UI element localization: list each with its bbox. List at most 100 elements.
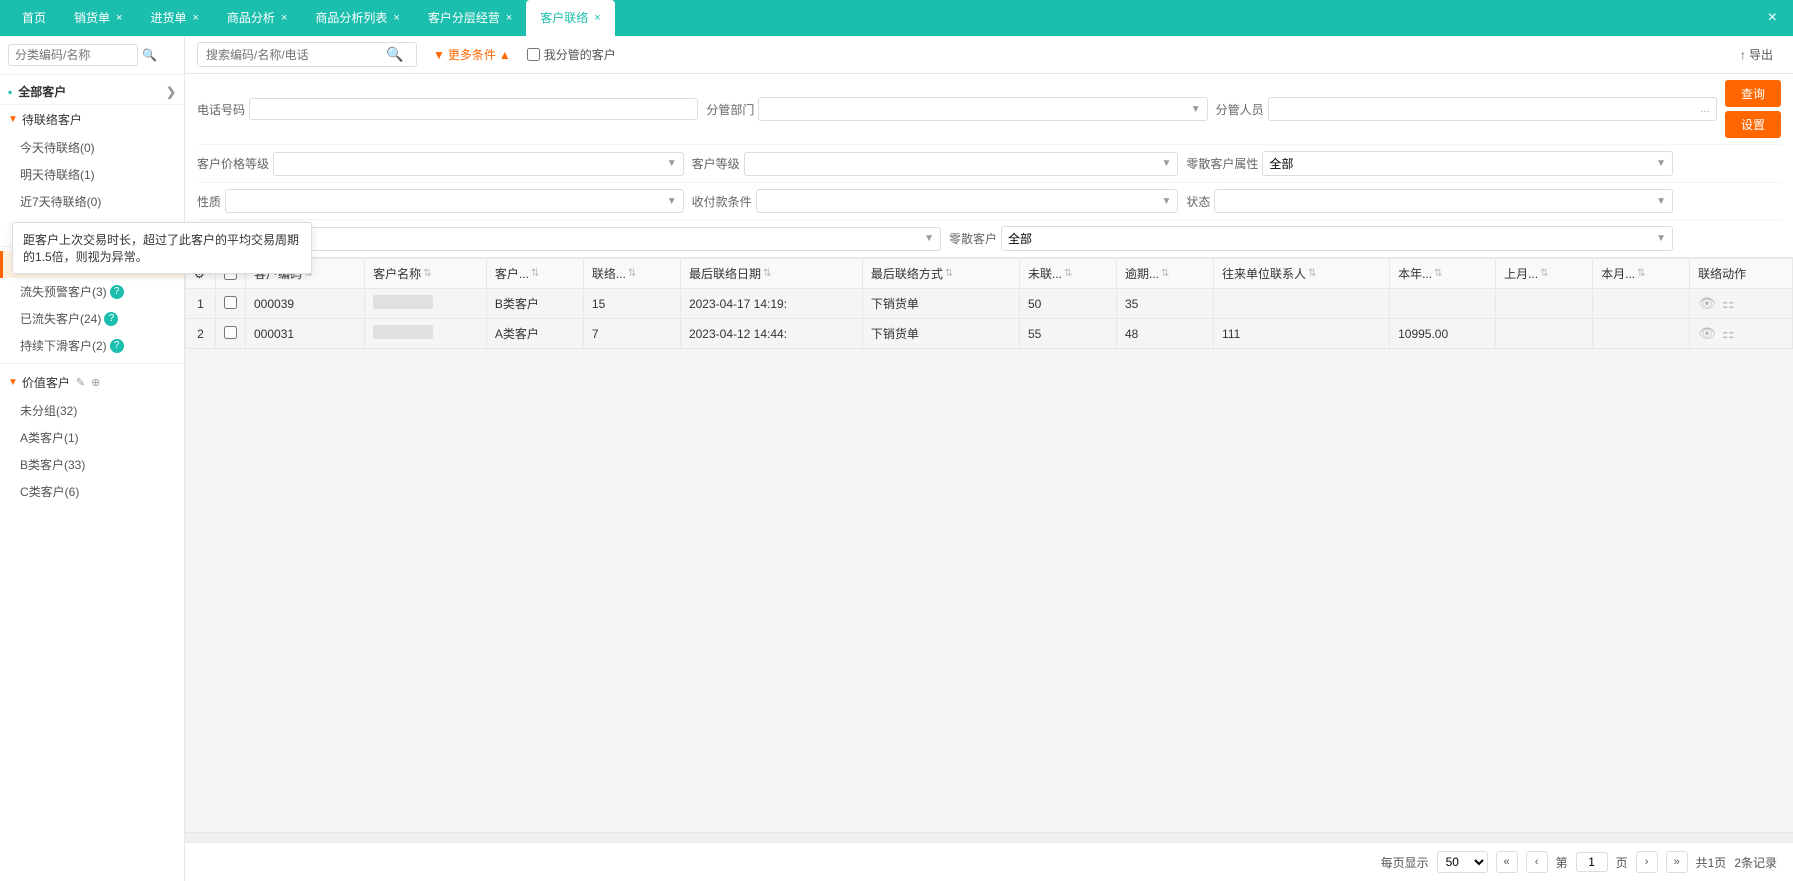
sort-date-icon[interactable]: ⇅ (763, 268, 771, 279)
sidebar-item-class-a[interactable]: A类客户(1) (0, 424, 184, 451)
row1-action-more-icon[interactable]: ⚏ (1722, 295, 1735, 312)
nature-select[interactable]: ▼ (225, 189, 684, 213)
close-purchase-order-icon[interactable]: × (192, 0, 198, 36)
sidebar-item-churn-warning[interactable]: 流失预警客户(3) ? (0, 278, 184, 305)
status-select[interactable]: ▼ (1214, 189, 1673, 213)
sidebar-search-input[interactable] (8, 44, 138, 66)
close-product-analysis-icon[interactable]: × (281, 0, 287, 36)
next-page-button[interactable]: › (1636, 851, 1658, 873)
sort-way-icon[interactable]: ⇅ (945, 268, 953, 279)
content-area: 🔍 ▼ 更多条件 ▲ 我分管的客户 ↑ 导出 电话号码 (185, 36, 1793, 881)
query-button[interactable]: 查询 (1725, 80, 1781, 107)
row1-actions: 👁 ⚏ (1690, 289, 1793, 319)
row1-select-checkbox[interactable] (224, 296, 237, 309)
row2-checkbox (216, 319, 246, 349)
nav-product-analysis[interactable]: 商品分析 × (213, 0, 301, 36)
page-number-input[interactable] (1576, 852, 1608, 872)
top-navigation: 首页 销货单 × 进货单 × 商品分析 × 商品分析列表 × 客户分层经营 × … (0, 0, 1793, 36)
close-customer-segment-icon[interactable]: × (506, 0, 512, 36)
filter-icon: ▼ (433, 48, 445, 62)
sidebar-item-class-c[interactable]: C类客户(6) (0, 478, 184, 505)
search-icon[interactable]: 🔍 (386, 46, 403, 63)
sidebar-item-tomorrow[interactable]: 明天待联络(1) (0, 161, 184, 188)
customer-type-select[interactable]: ▼ (269, 227, 941, 251)
sidebar-item-ungrouped[interactable]: 未分组(32) (0, 397, 184, 424)
customer-grade-select[interactable]: ▼ (744, 152, 1179, 176)
sidebar-item-class-b[interactable]: B类客户(33) (0, 451, 184, 478)
row2-action-more-icon[interactable]: ⚏ (1722, 325, 1735, 342)
pending-contact-group[interactable]: ▼ 待联络客户 (0, 105, 184, 134)
retail-attr-arrow: ▼ (1656, 158, 1666, 169)
info-icon-declining[interactable]: ? (110, 339, 124, 353)
sidebar-item-today[interactable]: 今天待联络(0) (0, 134, 184, 161)
expand-icon[interactable]: ❯ (166, 85, 176, 99)
search-input[interactable] (206, 48, 386, 62)
retail-customer-select[interactable]: 全部 ▼ (1001, 226, 1673, 251)
nav-customer-contact[interactable]: 客户联络 × (526, 0, 614, 36)
sort-overdue-icon[interactable]: ⇅ (1161, 268, 1169, 279)
sort-contact-icon[interactable]: ⇅ (628, 268, 636, 279)
sidebar-search-area: 🔍 (0, 36, 184, 75)
pagination-bar: 每页显示 50 100 200 « ‹ 第 页 › » 共1页 2条记录 (185, 842, 1793, 881)
price-grade-select[interactable]: ▼ (273, 152, 684, 176)
payment-select[interactable]: ▼ (756, 189, 1179, 213)
settings-button[interactable]: 设置 (1725, 111, 1781, 138)
nav-purchase-order[interactable]: 进货单 × (136, 0, 212, 36)
sort-lmonth-icon[interactable]: ⇅ (1540, 268, 1548, 279)
col-last-month: 上月... ⇅ (1496, 259, 1593, 289)
filter-chevron-icon: ▲ (499, 48, 511, 62)
last-page-button[interactable]: » (1666, 851, 1688, 873)
sort-uncontact-icon[interactable]: ⇅ (1064, 268, 1072, 279)
row1-action-view-icon[interactable]: 👁 (1698, 295, 1716, 312)
sort-tmonth-icon[interactable]: ⇅ (1637, 268, 1645, 279)
sort-unit-icon[interactable]: ⇅ (1308, 268, 1316, 279)
info-icon-churn[interactable]: ? (110, 285, 124, 299)
add-icon[interactable]: ⊕ (91, 376, 100, 389)
horizontal-scrollbar[interactable] (185, 832, 1793, 842)
col-uncontact: 未联... ⇅ (1019, 259, 1116, 289)
sort-name-icon[interactable]: ⇅ (423, 268, 431, 279)
nav-sales-order[interactable]: 销货单 × (60, 0, 136, 36)
col-contact-count: 联络... ⇅ (583, 259, 680, 289)
value-customer-group[interactable]: ▼ 价值客户 ✎ ⊕ (0, 368, 184, 397)
nav-customer-segment[interactable]: 客户分层经营 × (414, 0, 526, 36)
sidebar-item-declining[interactable]: 持续下滑客户(2) ? (0, 332, 184, 359)
more-filter-button[interactable]: ▼ 更多条件 ▲ (425, 42, 519, 67)
nav-product-analysis-list[interactable]: 商品分析列表 × (301, 0, 413, 36)
row2-action-view-icon[interactable]: 👁 (1698, 325, 1716, 342)
export-button[interactable]: ↑ 导出 (1732, 42, 1781, 67)
table-scroll-container[interactable]: ⚙ 客户编码 ⇅ 客户名称 (185, 258, 1793, 832)
close-product-analysis-list-icon[interactable]: × (393, 0, 399, 36)
row2-no: 2 (186, 319, 216, 349)
sort-type-icon[interactable]: ⇅ (531, 268, 539, 279)
person-select[interactable]: … (1268, 97, 1717, 121)
info-icon-churned[interactable]: ? (104, 312, 118, 326)
nav-home[interactable]: 首页 (8, 0, 60, 36)
window-close-button[interactable]: × (1760, 9, 1785, 27)
pending-contact-arrow: ▼ (8, 114, 18, 125)
col-this-month: 本月... ⇅ (1593, 259, 1690, 289)
close-customer-contact-icon[interactable]: × (594, 0, 600, 36)
sidebar-search-icon[interactable]: 🔍 (142, 48, 157, 62)
sidebar-item-churned[interactable]: 已流失客户(24) ? (0, 305, 184, 332)
row2-overdue: 48 (1116, 319, 1213, 349)
phone-input[interactable] (249, 98, 698, 120)
my-customer-checkbox[interactable] (527, 48, 540, 61)
row2-select-checkbox[interactable] (224, 326, 237, 339)
close-sales-order-icon[interactable]: × (116, 0, 122, 36)
sidebar-item-7days[interactable]: 近7天待联络(0) (0, 188, 184, 215)
all-customers-header[interactable]: ▪ 全部客户 ❯ (0, 75, 184, 105)
row2-contact: 7 (583, 319, 680, 349)
price-grade-arrow: ▼ (667, 158, 677, 169)
prev-page-button[interactable]: ‹ (1526, 851, 1548, 873)
retail-attr-select[interactable]: 全部 ▼ (1262, 151, 1673, 176)
page-size-select[interactable]: 50 100 200 (1437, 851, 1488, 873)
filter-price-grade: 客户价格等级 ▼ (197, 152, 684, 176)
status-arrow: ▼ (1656, 196, 1666, 207)
dept-select[interactable]: ▼ (758, 97, 1207, 121)
edit-icon[interactable]: ✎ (76, 376, 85, 389)
customer-table: ⚙ 客户编码 ⇅ 客户名称 (185, 258, 1793, 349)
first-page-button[interactable]: « (1496, 851, 1518, 873)
row2-type: A类客户 (486, 319, 583, 349)
sort-year-icon[interactable]: ⇅ (1434, 268, 1442, 279)
